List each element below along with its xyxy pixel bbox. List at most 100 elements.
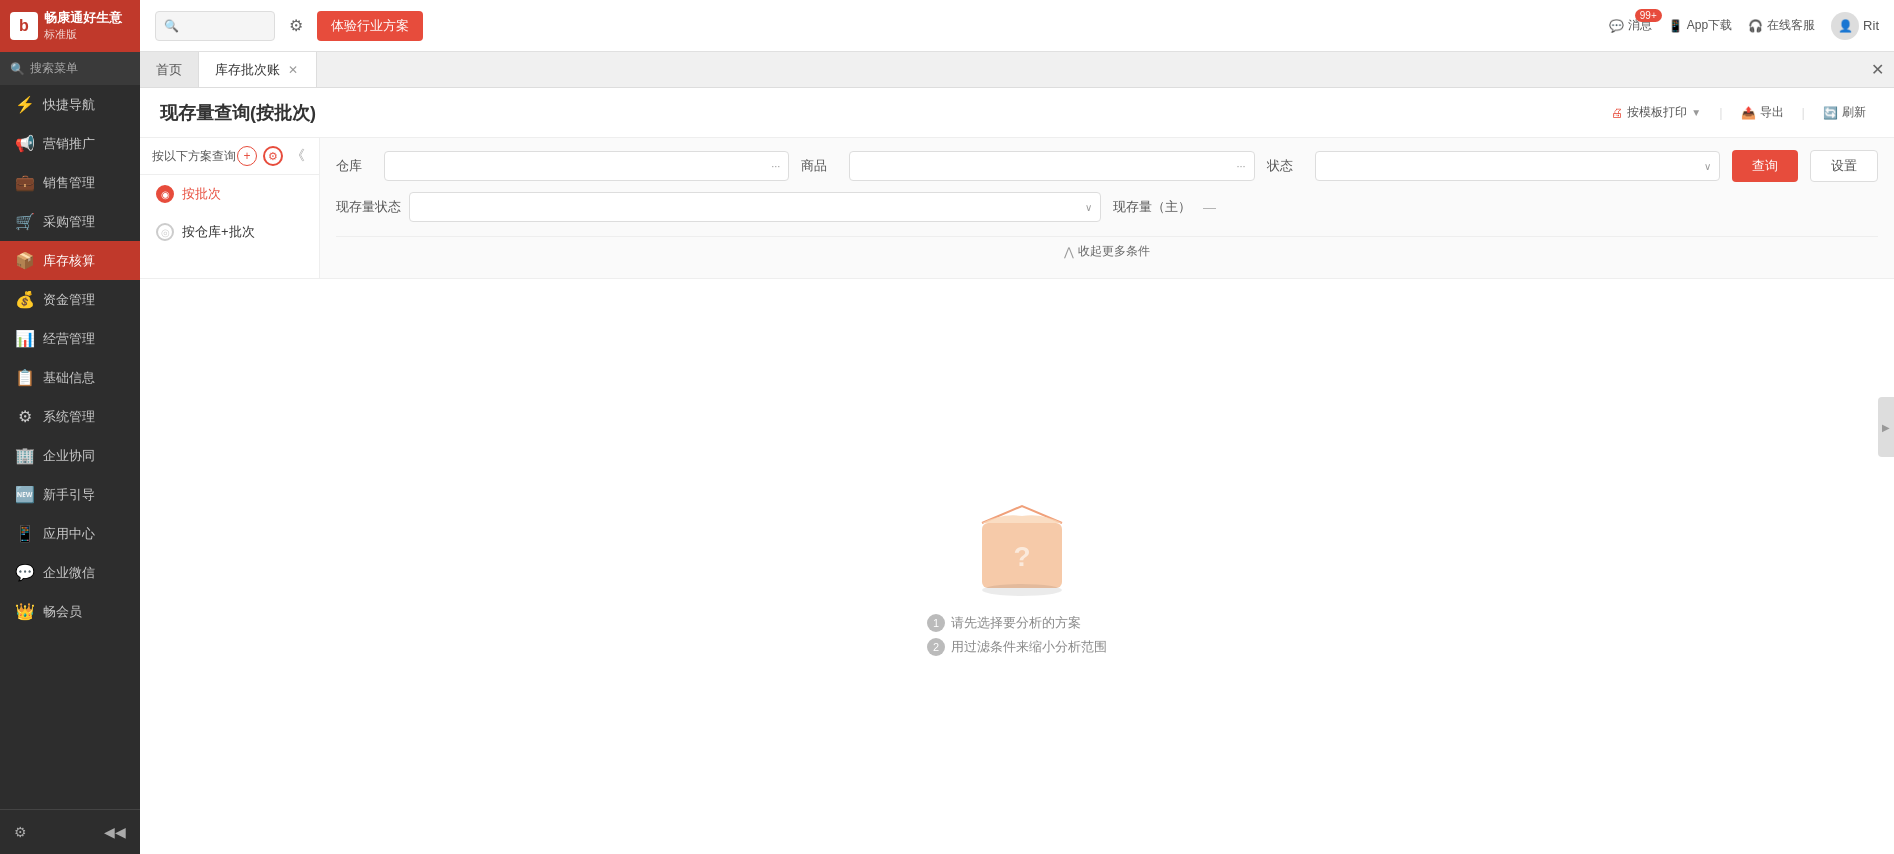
tab-close-btn[interactable]: ✕: [286, 63, 300, 77]
sidebar-bottom: ⚙ ◀◀: [0, 809, 140, 854]
sidebar-item-operations[interactable]: 📊经营管理: [0, 319, 140, 358]
sidebar-item-inventory[interactable]: 📦库存核算: [0, 241, 140, 280]
inventory-batch-tab-label: 库存批次账: [215, 61, 280, 79]
sidebar-item-guide[interactable]: 🆕 新手引导: [0, 475, 140, 514]
sidebar-nav: ⚡快捷导航 📢 营销推广 💼销售管理🛒采购管理📦库存核算💰资金管理📊经营管理📋基础信息…: [0, 85, 140, 809]
messages-action[interactable]: 💬 消息 99+: [1609, 17, 1652, 34]
scheme-panel: 按以下方案查询 + ⚙ 《 ◉ 按批次: [140, 138, 320, 278]
collapse-icon[interactable]: ◀◀: [100, 820, 130, 844]
tab-home[interactable]: 首页: [140, 52, 199, 87]
inventory-status-select[interactable]: ∨: [409, 192, 1101, 222]
scheme-item-by-warehouse-batch[interactable]: ◎ 按仓库+批次: [140, 213, 319, 251]
nav-icon-sales: 💼: [15, 173, 35, 192]
page-header: 现存量查询(按批次) 🖨 按模板打印 ▼ | 📤 导出 | 🔄 刷新: [140, 88, 1894, 138]
online-support-action[interactable]: 🎧 在线客服: [1748, 17, 1815, 34]
product-filter-group: 商品 ···: [801, 151, 1254, 181]
nav-icon-basic: 📋: [15, 368, 35, 387]
status-filter-group: 状态 ∨: [1267, 151, 1720, 181]
topbar-search[interactable]: 🔍: [155, 11, 275, 41]
status-arrow: ∨: [1704, 161, 1711, 172]
app-logo: b: [10, 12, 38, 40]
hint-2-text: 用过滤条件来缩小分析范围: [951, 638, 1107, 656]
nav-icon-marketing: 📢: [15, 134, 35, 153]
sidebar-item-shortcut[interactable]: ⚡快捷导航: [0, 85, 140, 124]
nav-label-wechat: 企业微信: [43, 564, 95, 582]
hint-1-number: 1: [927, 614, 945, 632]
query-button[interactable]: 查询: [1732, 150, 1798, 182]
scheme-collapse-btn[interactable]: 《: [289, 147, 307, 165]
trial-button[interactable]: 体验行业方案: [317, 11, 423, 41]
export-label: 导出: [1760, 104, 1784, 121]
sidebar-item-purchase[interactable]: 🛒采购管理: [0, 202, 140, 241]
user-avatar-action[interactable]: 👤 Rit: [1831, 12, 1879, 40]
product-input[interactable]: ···: [849, 151, 1254, 181]
sidebar-item-member[interactable]: 👑畅会员: [0, 592, 140, 631]
settings-button[interactable]: 设置: [1810, 150, 1878, 182]
page-content: 现存量查询(按批次) 🖨 按模板打印 ▼ | 📤 导出 | 🔄 刷新: [140, 88, 1894, 854]
home-tab-label: 首页: [156, 61, 182, 79]
scheme-panel-icons: + ⚙ 《: [237, 146, 307, 166]
nav-icon-enterprise: 🏢: [15, 446, 35, 465]
sidebar-item-marketing[interactable]: 📢 营销推广: [0, 124, 140, 163]
collapse-more-btn[interactable]: ⋀ 收起更多条件: [336, 236, 1878, 266]
sidebar-item-finance[interactable]: 💰资金管理: [0, 280, 140, 319]
export-action[interactable]: 📤 导出: [1733, 100, 1792, 125]
page-header-actions: 🖨 按模板打印 ▼ | 📤 导出 | 🔄 刷新: [1603, 100, 1874, 125]
topbar-actions: 💬 消息 99+ 📱 App下载 🎧 在线客服 👤 Rit: [1609, 12, 1879, 40]
app-info: 畅康通好生意 标准版: [44, 10, 122, 41]
warehouse-more-icon[interactable]: ···: [771, 160, 780, 172]
right-panel-handle[interactable]: ▶: [1878, 397, 1894, 457]
product-more-icon[interactable]: ···: [1236, 160, 1245, 172]
add-scheme-btn[interactable]: +: [237, 146, 257, 166]
scheme-item-icon-inactive: ◎: [156, 223, 174, 241]
phone-icon: 📱: [1668, 19, 1683, 33]
nav-label-guide: 新手引导: [43, 486, 95, 504]
plus-icon: +: [243, 149, 250, 163]
nav-label-enterprise: 企业协同: [43, 447, 95, 465]
scheme-item-label-warehouse-batch: 按仓库+批次: [182, 223, 255, 241]
message-icon: 💬: [1609, 19, 1624, 33]
hint-2-number: 2: [927, 638, 945, 656]
nav-icon-guide: 🆕: [15, 485, 35, 504]
app-download-action[interactable]: 📱 App下载: [1668, 17, 1732, 34]
scheme-item-by-batch[interactable]: ◉ 按批次: [140, 175, 319, 213]
inventory-amount-filter-group: 现存量（主） —: [1113, 198, 1878, 216]
sidebar-search[interactable]: 🔍 搜索菜单: [0, 52, 140, 85]
inventory-status-arrow: ∨: [1085, 202, 1092, 213]
svg-point-2: [982, 584, 1062, 596]
settings-icon[interactable]: ⚙: [10, 820, 31, 844]
print-action[interactable]: 🖨 按模板打印 ▼: [1603, 100, 1709, 125]
empty-hint-1: 1 请先选择要分析的方案: [927, 614, 1107, 632]
scheme-gear-btn[interactable]: ⚙: [263, 146, 283, 166]
sidebar-item-sales[interactable]: 💼销售管理: [0, 163, 140, 202]
printer-icon: 🖨: [1611, 106, 1623, 120]
nav-label-marketing: 营销推广: [43, 135, 95, 153]
app-download-label: App下载: [1687, 17, 1732, 34]
export-icon: 📤: [1741, 106, 1756, 120]
nav-icon-member: 👑: [15, 602, 35, 621]
sidebar-item-system[interactable]: ⚙系统管理: [0, 397, 140, 436]
warehouse-filter-group: 仓库 ···: [336, 151, 789, 181]
refresh-action[interactable]: 🔄 刷新: [1815, 100, 1874, 125]
sidebar-item-wechat[interactable]: 💬企业微信: [0, 553, 140, 592]
warehouse-input[interactable]: ···: [384, 151, 789, 181]
nav-icon-operations: 📊: [15, 329, 35, 348]
company-name: 畅康通好生意: [44, 10, 122, 27]
sidebar-item-enterprise[interactable]: 🏢 企业协同: [0, 436, 140, 475]
sidebar-item-basic[interactable]: 📋基础信息: [0, 358, 140, 397]
headset-icon: 🎧: [1748, 19, 1763, 33]
panel-handle-icon: ▶: [1882, 422, 1890, 433]
tab-bar: 首页 库存批次账 ✕ ✕: [140, 52, 1894, 88]
inventory-amount-dash: —: [1199, 200, 1220, 215]
chevron-down-icon[interactable]: ▼: [1691, 107, 1701, 118]
filter-area: 按以下方案查询 + ⚙ 《 ◉ 按批次: [140, 138, 1894, 279]
nav-label-shortcut: 快捷导航: [43, 96, 95, 114]
empty-svg: ?: [957, 478, 1087, 598]
tab-inventory-batch[interactable]: 库存批次账 ✕: [199, 52, 317, 87]
nav-icon-finance: 💰: [15, 290, 35, 309]
sidebar-item-apps[interactable]: 📱应用中心: [0, 514, 140, 553]
close-panel-btn[interactable]: ✕: [1861, 52, 1894, 87]
status-select[interactable]: ∨: [1315, 151, 1720, 181]
refresh-label: 刷新: [1842, 104, 1866, 121]
topbar-gear[interactable]: ⚙: [285, 12, 307, 39]
